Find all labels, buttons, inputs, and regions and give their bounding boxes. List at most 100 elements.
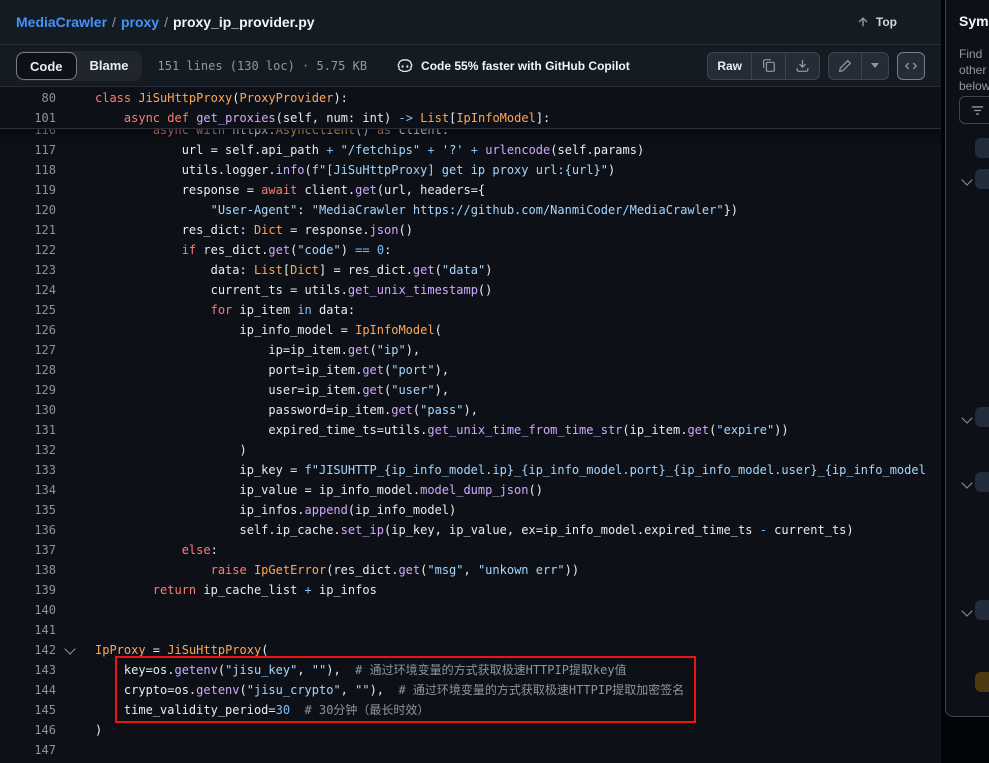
back-to-top-label: Top bbox=[876, 15, 897, 29]
code-text: async def get_proxies(self, num: int) ->… bbox=[95, 108, 550, 128]
line-number[interactable]: 144 bbox=[0, 680, 56, 700]
line-number[interactable]: 140 bbox=[0, 600, 56, 620]
breadcrumb-repo-link[interactable]: MediaCrawler bbox=[16, 14, 107, 30]
breadcrumb: MediaCrawler/proxy/proxy_ip_provider.py bbox=[16, 14, 315, 30]
code-text: self.ip_cache.set_ip(ip_key, ip_value, e… bbox=[95, 520, 854, 540]
symbol-row bbox=[946, 600, 989, 622]
toolbar-actions: Raw bbox=[707, 52, 925, 80]
line-number[interactable]: 145 bbox=[0, 700, 56, 720]
back-to-top-button[interactable]: Top bbox=[856, 15, 897, 29]
raw-button[interactable]: Raw bbox=[708, 53, 751, 79]
symbol-pill[interactable] bbox=[975, 472, 989, 492]
code-line: 117 url = self.api_path + "/fetchips" + … bbox=[0, 140, 941, 160]
chevron-down-icon[interactable] bbox=[961, 477, 972, 488]
edit-button[interactable] bbox=[829, 53, 861, 79]
fold-toggle-icon[interactable] bbox=[64, 643, 75, 654]
edit-group bbox=[828, 52, 889, 80]
copilot-banner[interactable]: Code 55% faster with GitHub Copilot bbox=[397, 58, 630, 74]
line-number[interactable]: 121 bbox=[0, 220, 56, 240]
code-text: for ip_item in data: bbox=[95, 300, 355, 320]
line-number[interactable]: 130 bbox=[0, 400, 56, 420]
code-text: crypto=os.getenv("jisu_crypto", ""), # 通… bbox=[95, 680, 684, 700]
code-line: 146) bbox=[0, 720, 941, 740]
line-number[interactable]: 80 bbox=[0, 88, 56, 108]
line-number[interactable]: 128 bbox=[0, 360, 56, 380]
chevron-down-icon[interactable] bbox=[961, 605, 972, 616]
line-number[interactable]: 146 bbox=[0, 720, 56, 740]
line-number[interactable]: 123 bbox=[0, 260, 56, 280]
code-text: return ip_cache_list + ip_infos bbox=[95, 580, 377, 600]
line-number[interactable]: 124 bbox=[0, 280, 56, 300]
code-line: 136 self.ip_cache.set_ip(ip_key, ip_valu… bbox=[0, 520, 941, 540]
code-text: ip_infos.append(ip_info_model) bbox=[95, 500, 456, 520]
chevron-down-icon[interactable] bbox=[961, 412, 972, 423]
line-number[interactable]: 141 bbox=[0, 620, 56, 640]
code-line: 134 ip_value = ip_info_model.model_dump_… bbox=[0, 480, 941, 500]
tab-blame[interactable]: Blame bbox=[77, 52, 142, 80]
code-line: 118 utils.logger.info(f"[JiSuHttpProxy] … bbox=[0, 160, 941, 180]
symbols-panel-description: Find bbox=[959, 46, 982, 62]
line-number[interactable]: 126 bbox=[0, 320, 56, 340]
code-text: ip=ip_item.get("ip"), bbox=[95, 340, 420, 360]
filter-icon bbox=[970, 103, 985, 118]
copy-button[interactable] bbox=[751, 53, 785, 79]
line-number[interactable]: 132 bbox=[0, 440, 56, 460]
edit-dropdown-button[interactable] bbox=[861, 53, 888, 79]
symbols-toggle-button[interactable] bbox=[897, 52, 925, 80]
line-number[interactable]: 127 bbox=[0, 340, 56, 360]
line-number[interactable]: 137 bbox=[0, 540, 56, 560]
main-column: MediaCrawler/proxy/proxy_ip_provider.py … bbox=[0, 0, 941, 763]
symbol-pill[interactable] bbox=[975, 138, 989, 158]
tab-code[interactable]: Code bbox=[16, 52, 77, 80]
code-line: 143 key=os.getenv("jisu_key", ""), # 通过环… bbox=[0, 660, 941, 680]
line-number[interactable]: 118 bbox=[0, 160, 56, 180]
copilot-icon bbox=[397, 58, 413, 74]
code-viewer[interactable]: 116 async with httpx.AsyncClient() as cl… bbox=[0, 88, 941, 763]
sticky-context-lines: 80class JiSuHttpProxy(ProxyProvider):101… bbox=[0, 88, 941, 129]
line-number[interactable]: 135 bbox=[0, 500, 56, 520]
code-text: res_dict: Dict = response.json() bbox=[95, 220, 413, 240]
code-line: 139 return ip_cache_list + ip_infos bbox=[0, 580, 941, 600]
download-button[interactable] bbox=[785, 53, 819, 79]
line-number[interactable]: 122 bbox=[0, 240, 56, 260]
line-number[interactable]: 119 bbox=[0, 180, 56, 200]
line-number[interactable]: 138 bbox=[0, 560, 56, 580]
line-number[interactable]: 147 bbox=[0, 740, 56, 760]
code-text: "User-Agent": "MediaCrawler https://gith… bbox=[95, 200, 738, 220]
line-number[interactable]: 139 bbox=[0, 580, 56, 600]
symbol-pill[interactable] bbox=[975, 169, 989, 189]
code-line: 121 res_dict: Dict = response.json() bbox=[0, 220, 941, 240]
line-number[interactable]: 117 bbox=[0, 140, 56, 160]
code-line: 125 for ip_item in data: bbox=[0, 300, 941, 320]
line-number[interactable]: 133 bbox=[0, 460, 56, 480]
line-number[interactable]: 134 bbox=[0, 480, 56, 500]
code-text: time_validity_period=30 # 30分钟（最长时效） bbox=[95, 700, 429, 720]
code-line: 138 raise IpGetError(res_dict.get("msg",… bbox=[0, 560, 941, 580]
line-number[interactable]: 142 bbox=[0, 640, 56, 660]
code-text: current_ts = utils.get_unix_timestamp() bbox=[95, 280, 492, 300]
line-number[interactable]: 120 bbox=[0, 200, 56, 220]
arrow-up-icon bbox=[856, 15, 870, 29]
line-number[interactable]: 143 bbox=[0, 660, 56, 680]
symbols-filter-button[interactable] bbox=[959, 96, 989, 124]
symbol-row bbox=[946, 169, 989, 191]
line-number[interactable]: 136 bbox=[0, 520, 56, 540]
symbol-row bbox=[946, 407, 989, 429]
code-brackets-icon bbox=[904, 59, 918, 73]
line-number[interactable]: 101 bbox=[0, 108, 56, 128]
copy-icon bbox=[761, 58, 776, 73]
breadcrumb-dir-link[interactable]: proxy bbox=[121, 14, 159, 30]
code-text: IpProxy = JiSuHttpProxy( bbox=[95, 640, 268, 660]
symbol-pill[interactable] bbox=[975, 407, 989, 427]
chevron-down-icon[interactable] bbox=[961, 174, 972, 185]
code-text: data: List[Dict] = res_dict.get("data") bbox=[95, 260, 492, 280]
file-header: MediaCrawler/proxy/proxy_ip_provider.py … bbox=[0, 0, 941, 45]
symbol-pill[interactable] bbox=[975, 672, 989, 692]
line-number[interactable]: 131 bbox=[0, 420, 56, 440]
symbol-pill[interactable] bbox=[975, 600, 989, 620]
breadcrumb-separator: / bbox=[164, 14, 168, 30]
code-text: port=ip_item.get("port"), bbox=[95, 360, 449, 380]
code-line: 130 password=ip_item.get("pass"), bbox=[0, 400, 941, 420]
line-number[interactable]: 129 bbox=[0, 380, 56, 400]
line-number[interactable]: 125 bbox=[0, 300, 56, 320]
